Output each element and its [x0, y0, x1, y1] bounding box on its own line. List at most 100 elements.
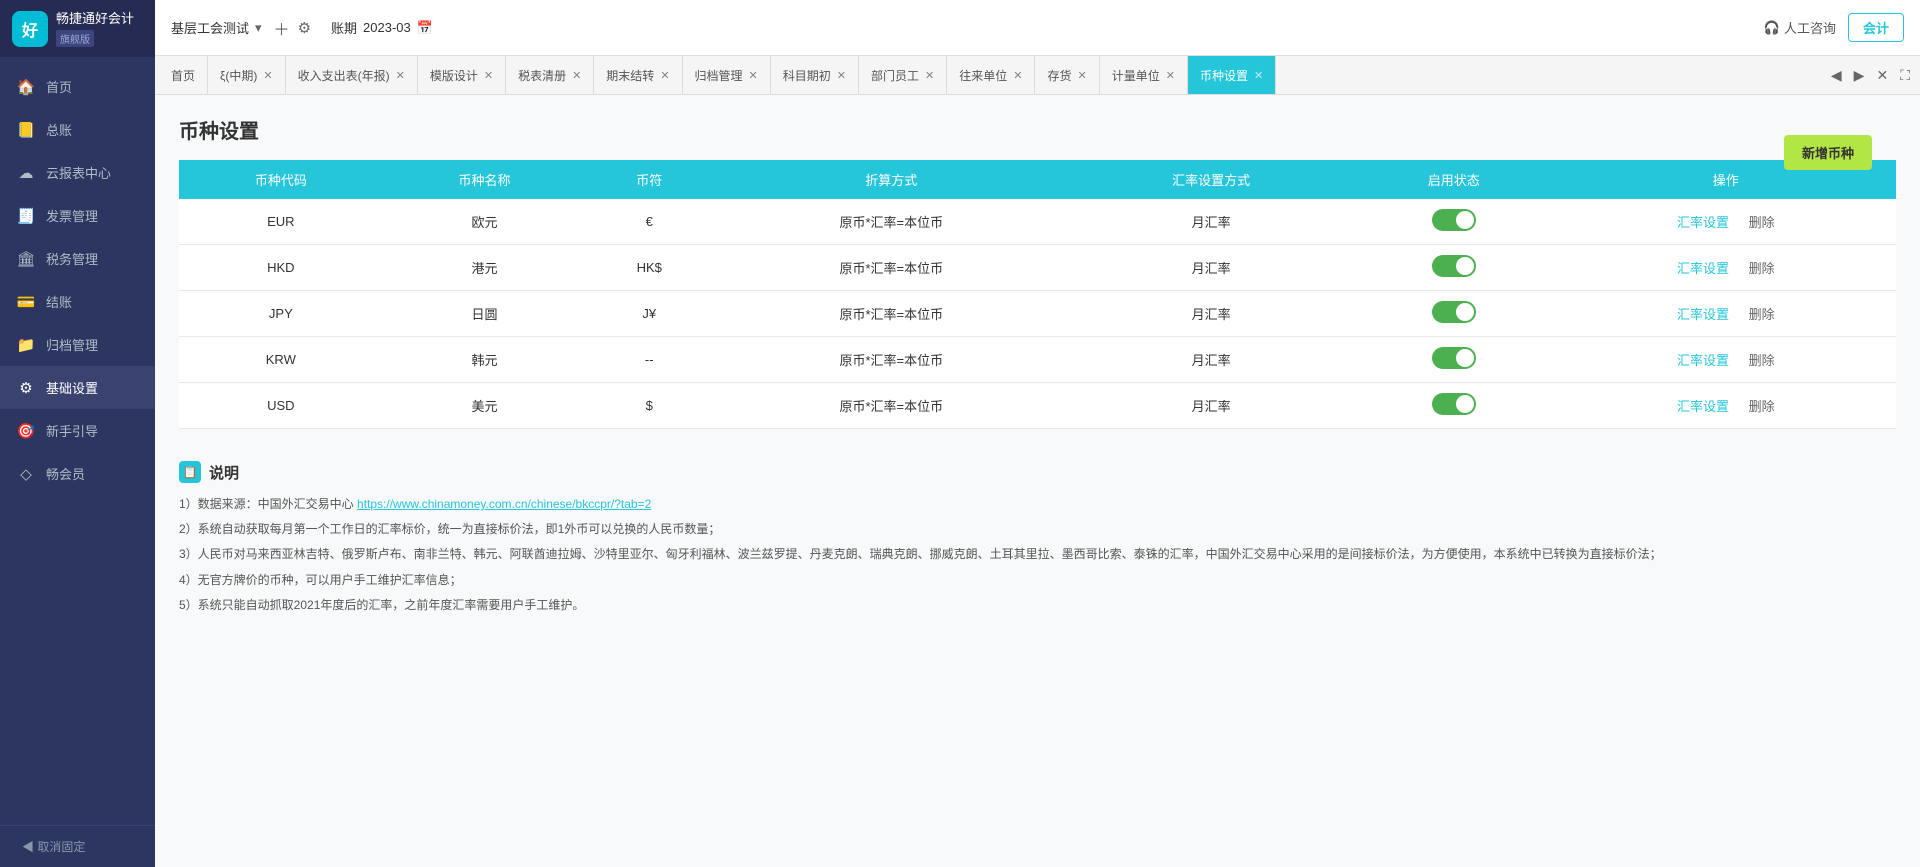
toggle-knob-1 — [1456, 257, 1474, 275]
tab-label-balance: ξ(中期) — [220, 67, 257, 84]
tab-close-inventory[interactable]: ✕ — [1077, 69, 1086, 82]
tab-close-partner[interactable]: ✕ — [1013, 69, 1022, 82]
sidebar-item-member[interactable]: ◇畅会员 — [0, 452, 155, 495]
table-body: EUR 欧元 € 原币*汇率=本位币 月汇率 汇率设置 删除 HKD 港元 HK… — [179, 199, 1896, 429]
help-button[interactable]: 🎧 人工咨询 — [1764, 18, 1836, 37]
cell-actions-3: 汇率设置 删除 — [1556, 337, 1896, 383]
cell-method-1: 原币*汇率=本位币 — [712, 245, 1070, 291]
tab-tax[interactable]: 税表清册✕ — [506, 56, 594, 94]
tab-next-button[interactable]: ▶ — [1848, 67, 1871, 84]
archive-icon: 📁 — [16, 336, 36, 354]
rate-setting-btn-0[interactable]: 汇率设置 — [1677, 212, 1729, 231]
tab-income[interactable]: 收入支出表(年报)✕ — [286, 56, 418, 94]
tab-expand-button[interactable]: ⛶ — [1894, 67, 1916, 84]
tab-close-archive[interactable]: ✕ — [749, 69, 758, 82]
tab-close-department[interactable]: ✕ — [925, 69, 934, 82]
tab-label-currency: 币种设置 — [1200, 67, 1248, 84]
settings-icon: ⚙ — [16, 379, 36, 397]
tab-template[interactable]: 模版设计✕ — [418, 56, 506, 94]
tab-partner[interactable]: 往来单位✕ — [947, 56, 1035, 94]
toggle-1[interactable] — [1432, 255, 1476, 277]
cell-code-4: USD — [179, 383, 383, 429]
tab-department[interactable]: 部门员工✕ — [859, 56, 947, 94]
cell-ratetype-1: 月汇率 — [1070, 245, 1352, 291]
sidebar-label-archive: 归档管理 — [46, 335, 98, 354]
tab-close-balance[interactable]: ✕ — [263, 69, 272, 82]
tab-archive[interactable]: 归档管理 ✕ — [683, 56, 771, 94]
notice-link[interactable]: https://www.chinamoney.com.cn/chinese/bk… — [357, 497, 651, 511]
rate-setting-btn-1[interactable]: 汇率设置 — [1677, 258, 1729, 277]
new-currency-button[interactable]: 新增币种 — [1784, 135, 1872, 170]
home-icon: 🏠 — [16, 78, 36, 96]
cell-name-1: 港元 — [383, 245, 587, 291]
notice-item-4: 5）系统只能自动抓取2021年度后的汇率，之前年度汇率需要用户手工维护。 — [179, 596, 1896, 615]
col-header-币符: 币符 — [586, 160, 712, 199]
toggle-2[interactable] — [1432, 301, 1476, 323]
table-row: HKD 港元 HK$ 原币*汇率=本位币 月汇率 汇率设置 删除 — [179, 245, 1896, 291]
tab-subject[interactable]: 科目期初✕ — [771, 56, 859, 94]
member-icon: ◇ — [16, 465, 36, 483]
rate-setting-btn-4[interactable]: 汇率设置 — [1677, 396, 1729, 415]
tab-home[interactable]: 首页 — [159, 56, 208, 94]
tab-period_end[interactable]: 期末结转✕ — [594, 56, 682, 94]
toggle-4[interactable] — [1432, 393, 1476, 415]
delete-btn-3[interactable]: 删除 — [1749, 350, 1775, 369]
tab-close-all-button[interactable]: ✕ — [1870, 67, 1894, 84]
rate-setting-btn-2[interactable]: 汇率设置 — [1677, 304, 1729, 323]
logo-icon: 好 — [12, 11, 48, 47]
tab-unit[interactable]: 计量单位 ✕ — [1100, 56, 1188, 94]
calendar-icon[interactable]: 📅 — [417, 20, 433, 36]
delete-btn-4[interactable]: 删除 — [1749, 396, 1775, 415]
tab-close-unit[interactable]: ✕ — [1166, 69, 1175, 82]
tab-inventory[interactable]: 存货✕ — [1035, 56, 1099, 94]
settings-icon[interactable]: ⚙ — [298, 19, 311, 37]
tab-close-tax[interactable]: ✕ — [572, 69, 581, 82]
tab-close-template[interactable]: ✕ — [484, 69, 493, 82]
add-tab-button[interactable]: ＋ — [274, 16, 290, 40]
delete-btn-2[interactable]: 删除 — [1749, 304, 1775, 323]
kuaiji-button[interactable]: 会计 — [1848, 13, 1904, 42]
toggle-0[interactable] — [1432, 209, 1476, 231]
tab-label-archive: 归档管理 — [695, 67, 743, 84]
period-value: 2023-03 — [363, 20, 411, 35]
tab-close-period_end[interactable]: ✕ — [660, 69, 669, 82]
tab-close-subject[interactable]: ✕ — [837, 69, 846, 82]
notice-title: 📋 说明 — [179, 461, 1896, 483]
rate-setting-btn-3[interactable]: 汇率设置 — [1677, 350, 1729, 369]
tab-currency[interactable]: 币种设置 ✕ — [1188, 56, 1276, 94]
sidebar-item-settlement[interactable]: 💳结账 — [0, 280, 155, 323]
tab-label-unit: 计量单位 — [1112, 67, 1160, 84]
sidebar-label-ledger: 总账 — [46, 120, 72, 139]
sidebar-item-reports[interactable]: ☁云报表中心 — [0, 151, 155, 194]
invoice-icon: 🧾 — [16, 207, 36, 225]
cell-enabled-0 — [1352, 199, 1556, 245]
cell-code-1: HKD — [179, 245, 383, 291]
sidebar-item-invoice[interactable]: 🧾发票管理 — [0, 194, 155, 237]
tab-prev-button[interactable]: ◀ — [1825, 67, 1848, 84]
sidebar-item-ledger[interactable]: 📒总账 — [0, 108, 155, 151]
topbar: 基层工会测试 ▾ ＋ ⚙ 账期 2023-03 📅 🎧 人工咨询 会计 — [155, 0, 1920, 56]
toggle-3[interactable] — [1432, 347, 1476, 369]
sidebar-item-tax[interactable]: 🏛税务管理 — [0, 237, 155, 280]
tab-close-currency[interactable]: ✕ — [1254, 69, 1263, 82]
period-label: 账期 — [331, 18, 357, 37]
tab-balance[interactable]: ξ(中期) ✕ — [208, 56, 286, 94]
col-header-启用状态: 启用状态 — [1352, 160, 1556, 199]
cell-ratetype-3: 月汇率 — [1070, 337, 1352, 383]
cell-method-4: 原币*汇率=本位币 — [712, 383, 1070, 429]
project-selector[interactable]: 基层工会测试 ▾ — [171, 18, 262, 37]
settlement-icon: 💳 — [16, 293, 36, 311]
sidebar-item-settings[interactable]: ⚙基础设置 — [0, 366, 155, 409]
cell-symbol-3: -- — [586, 337, 712, 383]
sidebar-item-guide[interactable]: 🎯新手引导 — [0, 409, 155, 452]
sidebar-unpin[interactable]: ◀ 取消固定 — [0, 825, 155, 867]
delete-btn-0[interactable]: 删除 — [1749, 212, 1775, 231]
unpin-label: ◀ 取消固定 — [22, 838, 85, 855]
sidebar-item-archive[interactable]: 📁 归档管理 — [0, 323, 155, 366]
table-row: USD 美元 $ 原币*汇率=本位币 月汇率 汇率设置 删除 — [179, 383, 1896, 429]
tab-close-income[interactable]: ✕ — [396, 69, 405, 82]
delete-btn-1[interactable]: 删除 — [1749, 258, 1775, 277]
currency-table: 币种代码币种名称币符折算方式汇率设置方式启用状态操作 EUR 欧元 € 原币*汇… — [179, 160, 1896, 429]
sidebar-item-home[interactable]: 🏠首页 — [0, 65, 155, 108]
col-header-币种名称: 币种名称 — [383, 160, 587, 199]
